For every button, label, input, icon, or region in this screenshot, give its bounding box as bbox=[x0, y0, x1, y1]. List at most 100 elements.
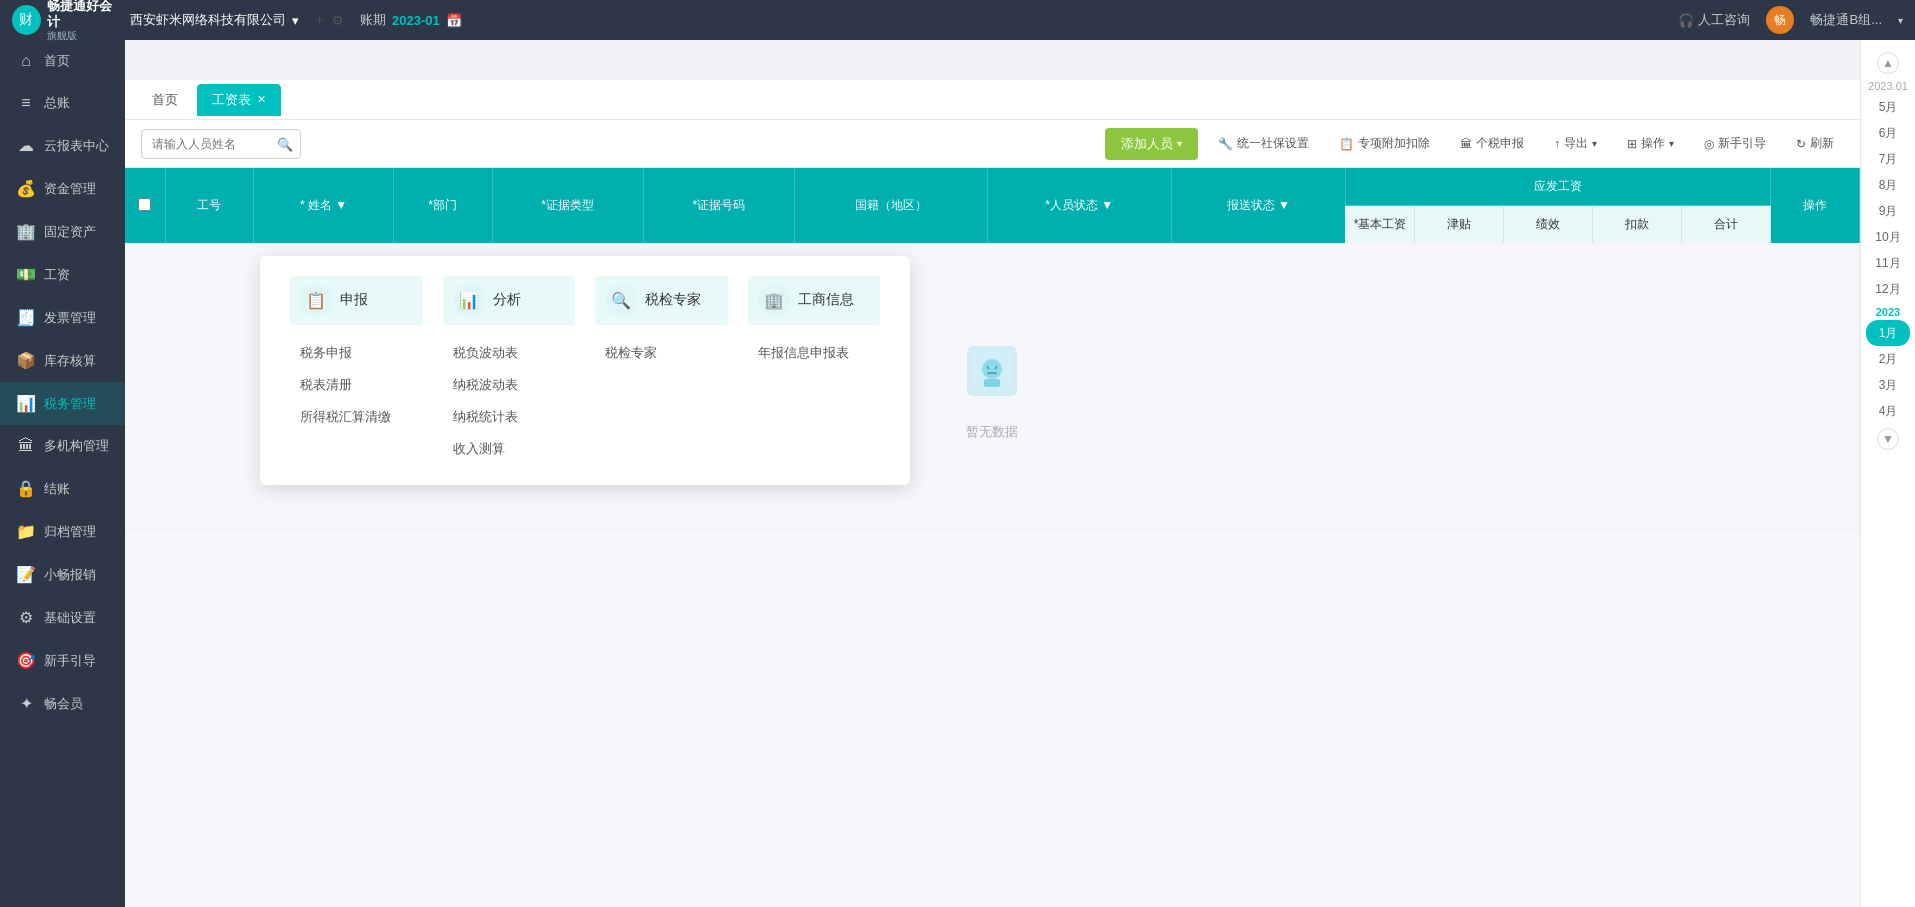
inventory-icon: 📦 bbox=[16, 351, 36, 370]
month-10[interactable]: 10月 bbox=[1866, 224, 1910, 250]
tab-home[interactable]: 首页 bbox=[137, 84, 193, 116]
add-company-icon[interactable]: ＋ bbox=[313, 11, 326, 29]
menu-item-tax-form[interactable]: 税表清册 bbox=[290, 369, 423, 401]
panel-down-arrow[interactable]: ▼ bbox=[1877, 428, 1899, 450]
biz-title: 工商信息 bbox=[798, 291, 854, 309]
sidebar-item-settings[interactable]: ⚙ 基础设置 bbox=[0, 596, 125, 639]
col-salary-group: 应发工资 bbox=[1345, 168, 1770, 206]
biz-icon: 🏢 bbox=[758, 284, 790, 316]
sidebar-item-fund[interactable]: 💰 资金管理 bbox=[0, 167, 125, 210]
menu-section-expert: 🔍 税检专家 税检专家 bbox=[585, 276, 738, 465]
sidebar-item-label: 首页 bbox=[44, 52, 70, 70]
month-4[interactable]: 4月 bbox=[1866, 398, 1910, 424]
menu-item-tax-declare[interactable]: 税务申报 bbox=[290, 337, 423, 369]
tab-salary-table[interactable]: 工资表 ✕ bbox=[197, 84, 281, 116]
select-all-checkbox[interactable] bbox=[138, 198, 151, 211]
month-12[interactable]: 12月 bbox=[1866, 276, 1910, 302]
month-3[interactable]: 3月 bbox=[1866, 372, 1910, 398]
ledger-icon: ≡ bbox=[16, 94, 36, 112]
menu-item-tax-calc[interactable]: 所得税汇算清缴 bbox=[290, 401, 423, 433]
headset-icon: 🎧 bbox=[1678, 13, 1694, 28]
multi-icon: 🏛 bbox=[16, 437, 36, 455]
col-operate: 操作 bbox=[1770, 168, 1859, 243]
declare-title: 申报 bbox=[340, 291, 368, 309]
calendar-icon[interactable]: 📅 bbox=[446, 13, 462, 28]
menu-section-expert-header: 🔍 税检专家 bbox=[595, 276, 728, 325]
operate-btn[interactable]: ⊞ 操作 ▾ bbox=[1617, 128, 1684, 160]
menu-section-declare-header: 📋 申报 bbox=[290, 276, 423, 325]
sidebar-item-tax[interactable]: 📊 税务管理 bbox=[0, 382, 125, 425]
sidebar-item-cloud[interactable]: ☁ 云报表中心 bbox=[0, 124, 125, 167]
guide-btn[interactable]: ◎ 新手引导 bbox=[1694, 128, 1776, 160]
menu-item-tax-expert[interactable]: 税检专家 bbox=[595, 337, 728, 369]
sidebar-item-label: 资金管理 bbox=[44, 180, 96, 198]
company-selector[interactable]: 西安虾米网络科技有限公司 ▾ bbox=[122, 7, 307, 33]
sidebar-item-label: 工资 bbox=[44, 266, 70, 284]
period-display: 账期 2023-01 📅 bbox=[360, 11, 462, 29]
sidebar-item-multi[interactable]: 🏛 多机构管理 bbox=[0, 425, 125, 467]
user-dropdown-icon[interactable]: ▾ bbox=[1898, 15, 1903, 26]
menu-item-tax-stat[interactable]: 纳税统计表 bbox=[443, 401, 576, 433]
month-1-active[interactable]: 1月 bbox=[1866, 320, 1910, 346]
panel-up-arrow[interactable]: ▲ bbox=[1877, 52, 1899, 74]
sidebar-item-home[interactable]: ⌂ 首页 bbox=[0, 40, 125, 82]
menu-section-biz: 🏢 工商信息 年报信息申报表 bbox=[738, 276, 891, 465]
sidebar-item-inventory[interactable]: 📦 库存核算 bbox=[0, 339, 125, 382]
month-5[interactable]: 5月 bbox=[1866, 94, 1910, 120]
refresh-btn[interactable]: ↻ 刷新 bbox=[1786, 128, 1844, 160]
col-allowance: 津贴 bbox=[1415, 206, 1504, 244]
menu-item-tax-burden[interactable]: 税负波动表 bbox=[443, 337, 576, 369]
refresh-label: 刷新 bbox=[1810, 135, 1834, 152]
settings-icon[interactable]: ⚙ bbox=[332, 13, 344, 28]
sidebar-item-label: 多机构管理 bbox=[44, 437, 109, 455]
user-avatar[interactable]: 畅 bbox=[1766, 6, 1794, 34]
special-deduction-btn[interactable]: 📋 专项附加扣除 bbox=[1329, 128, 1440, 160]
app-title: 畅捷通好会计 bbox=[47, 0, 122, 30]
sidebar-item-invoice[interactable]: 🧾 发票管理 bbox=[0, 296, 125, 339]
period-value: 2023-01 bbox=[392, 13, 440, 28]
add-person-btn[interactable]: 添加人员 ▾ bbox=[1105, 128, 1198, 160]
sidebar-item-close[interactable]: 🔒 结账 bbox=[0, 467, 125, 510]
main-content: 首页 工资表 ✕ 🔍 添加人员 ▾ 🔧 统一社保设置 📋 专项附加扣除 🏛 个税… bbox=[125, 80, 1860, 907]
add-person-dropdown-icon: ▾ bbox=[1177, 138, 1182, 149]
month-7[interactable]: 7月 bbox=[1866, 146, 1910, 172]
social-insurance-btn[interactable]: 🔧 统一社保设置 bbox=[1208, 128, 1319, 160]
sidebar-item-member[interactable]: ✦ 畅会员 bbox=[0, 682, 125, 725]
sidebar-item-guide[interactable]: 🎯 新手引导 bbox=[0, 639, 125, 682]
sidebar-item-label: 基础设置 bbox=[44, 609, 96, 627]
month-11[interactable]: 11月 bbox=[1866, 250, 1910, 276]
export-btn[interactable]: ↑ 导出 ▾ bbox=[1544, 128, 1607, 160]
sidebar-item-asset[interactable]: 🏢 固定资产 bbox=[0, 210, 125, 253]
tab-close-icon[interactable]: ✕ bbox=[257, 93, 266, 106]
month-8[interactable]: 8月 bbox=[1866, 172, 1910, 198]
sidebar-item-label: 畅会员 bbox=[44, 695, 83, 713]
month-6[interactable]: 6月 bbox=[1866, 120, 1910, 146]
social-label: 统一社保设置 bbox=[1237, 135, 1309, 152]
tax-declare-label: 个税申报 bbox=[1476, 135, 1524, 152]
logo-text: 畅捷通好会计 旗舰版 bbox=[47, 0, 122, 42]
close-accounts-icon: 🔒 bbox=[16, 479, 36, 498]
sidebar-item-label: 税务管理 bbox=[44, 395, 96, 413]
search-icon[interactable]: 🔍 bbox=[277, 136, 293, 151]
month-2[interactable]: 2月 bbox=[1866, 346, 1910, 372]
company-name: 西安虾米网络科技有限公司 bbox=[130, 11, 286, 29]
sidebar-item-ledger[interactable]: ≡ 总账 bbox=[0, 82, 125, 124]
col-check[interactable] bbox=[125, 168, 165, 243]
fund-icon: 💰 bbox=[16, 179, 36, 198]
svg-rect-3 bbox=[984, 379, 1000, 387]
chevron-down-icon[interactable]: ▾ bbox=[292, 13, 299, 28]
sidebar-item-archive[interactable]: 📁 归档管理 bbox=[0, 510, 125, 553]
tab-bar: 首页 工资表 ✕ bbox=[125, 80, 1860, 120]
help-btn[interactable]: 🎧 人工咨询 bbox=[1678, 11, 1750, 29]
tax-declare-btn[interactable]: 🏛 个税申报 bbox=[1450, 128, 1534, 160]
search-wrapper: 🔍 bbox=[141, 129, 301, 159]
top-bar-right: 🎧 人工咨询 畅 畅捷通B组... ▾ bbox=[1678, 6, 1903, 34]
menu-item-income-calc[interactable]: 收入测算 bbox=[443, 433, 576, 465]
col-performance: 绩效 bbox=[1504, 206, 1593, 244]
sidebar-item-report[interactable]: 📝 小畅报销 bbox=[0, 553, 125, 596]
social-icon: 🔧 bbox=[1218, 137, 1233, 151]
sidebar-item-salary[interactable]: 💵 工资 bbox=[0, 253, 125, 296]
menu-item-annual-report[interactable]: 年报信息申报表 bbox=[748, 337, 881, 369]
month-9[interactable]: 9月 bbox=[1866, 198, 1910, 224]
menu-item-tax-payment[interactable]: 纳税波动表 bbox=[443, 369, 576, 401]
